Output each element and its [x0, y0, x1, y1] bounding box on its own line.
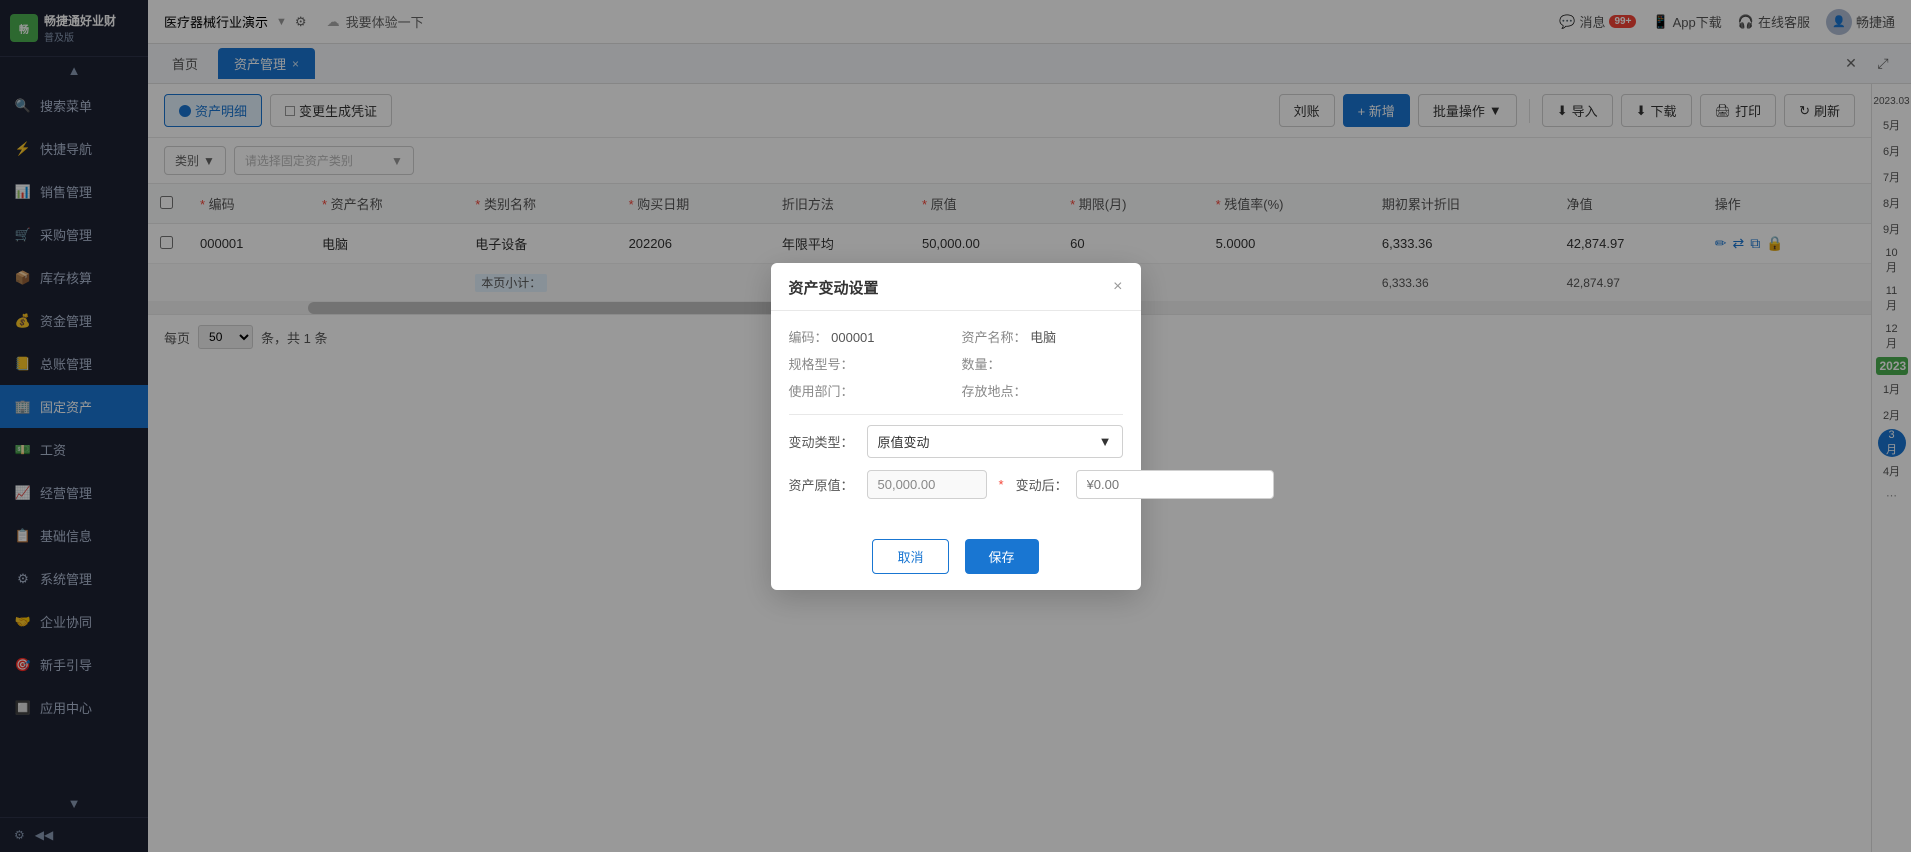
original-value-row: 资产原值： * 变动后：	[789, 470, 1123, 499]
change-type-value: 原值变动	[878, 432, 930, 451]
modal-name-item: 资产名称： 电脑	[962, 327, 1123, 346]
modal-header: 资产变动设置 ×	[771, 263, 1141, 311]
change-type-label: 变动类型：	[789, 432, 859, 451]
modal-dept-label: 使用部门：	[789, 384, 854, 399]
original-value-label: 资产原值：	[789, 475, 859, 494]
modal-overlay[interactable]: 资产变动设置 × 编码： 000001 资产名称： 电脑 规格型号： 数	[0, 0, 1911, 852]
save-button[interactable]: 保存	[965, 539, 1039, 574]
modal-divider	[789, 414, 1123, 415]
modal-name-label: 资产名称：	[962, 330, 1027, 345]
modal-dept-item: 使用部门：	[789, 381, 950, 400]
cancel-button[interactable]: 取消	[872, 539, 948, 574]
change-type-row: 变动类型： 原值变动 ▼	[789, 425, 1123, 458]
modal-close-btn[interactable]: ×	[1113, 278, 1122, 296]
change-type-select[interactable]: 原值变动 ▼	[867, 425, 1123, 458]
modal-spec-item: 规格型号：	[789, 354, 950, 373]
required-star: *	[999, 477, 1004, 492]
modal-name-value: 电脑	[1030, 330, 1056, 345]
modal-quantity-label: 数量：	[962, 357, 1001, 372]
modal-info-grid: 编码： 000001 资产名称： 电脑 规格型号： 数量： 使用部门：	[789, 327, 1123, 400]
modal-title: 资产变动设置	[789, 277, 879, 298]
modal-location-item: 存放地点：	[962, 381, 1123, 400]
change-type-arrow-icon: ▼	[1099, 434, 1112, 449]
modal-code-value: 000001	[831, 330, 874, 345]
modal-code-label: 编码：	[789, 330, 828, 345]
modal-location-label: 存放地点：	[962, 384, 1027, 399]
modal-spec-label: 规格型号：	[789, 357, 854, 372]
asset-change-modal: 资产变动设置 × 编码： 000001 资产名称： 电脑 规格型号： 数	[771, 263, 1141, 590]
original-value-input	[867, 470, 987, 499]
after-change-input[interactable]	[1076, 470, 1274, 499]
modal-body: 编码： 000001 资产名称： 电脑 规格型号： 数量： 使用部门：	[771, 311, 1141, 527]
modal-footer: 取消 保存	[771, 527, 1141, 590]
modal-quantity-item: 数量：	[962, 354, 1123, 373]
after-change-label: 变动后：	[1016, 475, 1068, 494]
modal-code-item: 编码： 000001	[789, 327, 950, 346]
